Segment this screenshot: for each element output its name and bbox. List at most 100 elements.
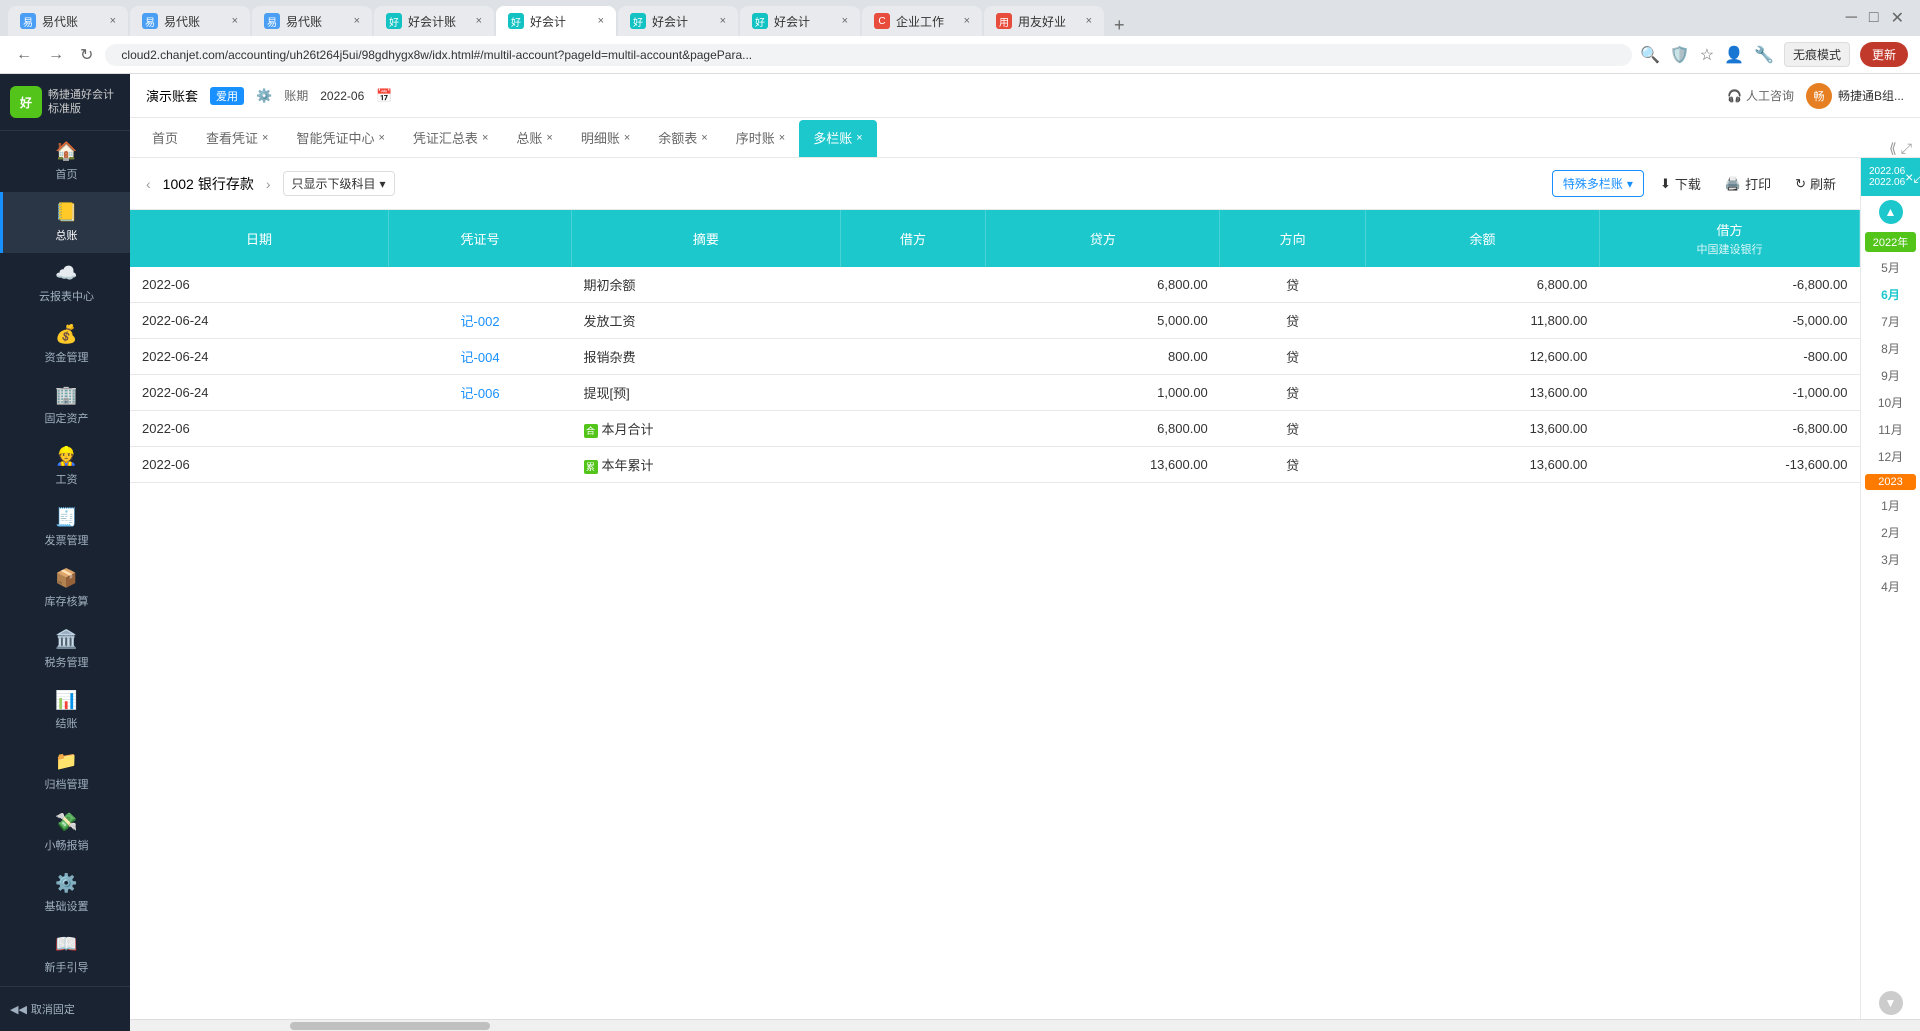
sidebar-item-close[interactable]: 📊 结账 <box>0 680 130 741</box>
download-button[interactable]: ⬇ 下载 <box>1652 170 1709 197</box>
settings-gear-icon[interactable]: ⚙️ <box>256 88 272 104</box>
update-button[interactable]: 更新 <box>1860 42 1908 67</box>
shield-icon[interactable]: 🛡️ <box>1670 45 1690 65</box>
sidebar-item-tax[interactable]: 🏛️ 税务管理 <box>0 619 130 680</box>
scroll-down-button[interactable]: ▼ <box>1879 991 1903 1015</box>
panel-close-button[interactable]: × <box>1905 169 1913 185</box>
tab-6[interactable]: 好 好会计 × <box>618 6 738 36</box>
reload-button[interactable]: ↻ <box>76 41 97 69</box>
sidebar-item-ledger[interactable]: 📒 总账 <box>0 192 130 253</box>
consult-button[interactable]: 🎧 人工咨询 <box>1727 87 1794 104</box>
month-mar-2023[interactable]: 3月 <box>1861 546 1920 573</box>
refresh-button[interactable]: ↻ 刷新 <box>1787 170 1844 197</box>
tab-3[interactable]: 易 易代账 × <box>252 6 372 36</box>
sidebar-item-archive[interactable]: 📁 归档管理 <box>0 741 130 802</box>
new-tab-button[interactable]: + <box>1106 15 1133 36</box>
close-tab-view-voucher[interactable]: × <box>262 132 268 144</box>
tab-voucher-summary[interactable]: 凭证汇总表 × <box>399 120 502 157</box>
sidebar-item-inventory[interactable]: 📦 库存核算 <box>0 558 130 619</box>
tab-smart-voucher[interactable]: 智能凭证中心 × <box>282 120 398 157</box>
close-window-button[interactable]: ✕ <box>1891 8 1904 28</box>
back-button[interactable]: ← <box>12 42 36 68</box>
extension-icon[interactable]: 🔧 <box>1754 45 1774 65</box>
tab-9[interactable]: 用 用友好业 × <box>984 6 1104 36</box>
tab-close-8[interactable]: × <box>964 15 970 27</box>
tab-close-5[interactable]: × <box>598 15 604 27</box>
month-july[interactable]: 7月 <box>1861 308 1920 335</box>
close-tab-smart-voucher[interactable]: × <box>378 132 384 144</box>
tab-detail-ledger[interactable]: 明细账 × <box>567 120 644 157</box>
minimize-button[interactable]: ─ <box>1846 9 1857 27</box>
close-tab-detail-ledger[interactable]: × <box>624 132 630 144</box>
panel-expand-button[interactable]: ⤢ <box>1913 169 1920 186</box>
month-november[interactable]: 11月 <box>1861 416 1920 443</box>
maximize-button[interactable]: □ <box>1869 9 1879 27</box>
sidebar-item-funds[interactable]: 💰 资金管理 <box>0 314 130 375</box>
month-apr-2023[interactable]: 4月 <box>1861 573 1920 600</box>
tab-close-7[interactable]: × <box>842 15 848 27</box>
cell-voucher-3[interactable]: 记-004 <box>389 339 572 375</box>
month-august[interactable]: 8月 <box>1861 335 1920 362</box>
sidebar-item-guide[interactable]: 📖 新手引导 <box>0 924 130 985</box>
close-tab-general-ledger[interactable]: × <box>546 132 552 144</box>
cell-date-6: 2022-06 <box>130 447 389 483</box>
scrollbar-thumb[interactable] <box>290 1022 490 1030</box>
next-account-button[interactable]: › <box>266 176 271 192</box>
search-icon[interactable]: 🔍 <box>1640 45 1660 65</box>
horizontal-scrollbar[interactable] <box>130 1019 1920 1031</box>
sidebar-item-assets[interactable]: 🏢 固定资产 <box>0 375 130 436</box>
month-october[interactable]: 10月 <box>1861 389 1920 416</box>
sidebar-item-expense[interactable]: 💸 小畅报销 <box>0 802 130 863</box>
unpin-button[interactable]: ◀◀ 取消固定 <box>6 997 124 1021</box>
star-icon[interactable]: ☆ <box>1700 45 1714 65</box>
sidebar-item-invoice[interactable]: 🧾 发票管理 <box>0 497 130 558</box>
tab-home[interactable]: 首页 <box>138 120 192 157</box>
prev-account-button[interactable]: ‹ <box>146 176 151 192</box>
month-may[interactable]: 5月 <box>1861 254 1920 281</box>
tab-4[interactable]: 好 好会计账 × <box>374 6 494 36</box>
month-september[interactable]: 9月 <box>1861 362 1920 389</box>
tab-7[interactable]: 好 好会计 × <box>740 6 860 36</box>
incognito-mode-button[interactable]: 无痕模式 <box>1784 42 1850 67</box>
tab-multi-column[interactable]: 多栏账 × <box>799 120 876 157</box>
sidebar-item-settings[interactable]: ⚙️ 基础设置 <box>0 863 130 924</box>
tab-close-6[interactable]: × <box>720 15 726 27</box>
tab-2[interactable]: 易 易代账 × <box>130 6 250 36</box>
close-tab-sequence[interactable]: × <box>779 132 785 144</box>
tab-close-2[interactable]: × <box>232 15 238 27</box>
tab-close-3[interactable]: × <box>354 15 360 27</box>
url-input[interactable]: cloud2.chanjet.com/accounting/uh26t264j5… <box>105 44 1632 66</box>
sub-account-filter[interactable]: 只显示下级科目 ▾ <box>283 171 395 196</box>
close-tab-multi-column[interactable]: × <box>856 132 862 144</box>
sidebar-item-reports[interactable]: ☁️ 云报表中心 <box>0 253 130 314</box>
tab-general-ledger[interactable]: 总账 × <box>502 120 566 157</box>
sidebar-item-salary[interactable]: 👷 工资 <box>0 436 130 497</box>
tab-close-1[interactable]: × <box>110 15 116 27</box>
tab-sequence[interactable]: 序时账 × <box>722 120 799 157</box>
forward-button[interactable]: → <box>44 42 68 68</box>
cell-voucher-2[interactable]: 记-002 <box>389 303 572 339</box>
tab-8[interactable]: C 企业工作 × <box>862 6 982 36</box>
tab-close-4[interactable]: × <box>476 15 482 27</box>
collapse-right-icon[interactable]: ⟪ <box>1889 140 1897 157</box>
profile-icon[interactable]: 👤 <box>1724 45 1744 65</box>
tab-1[interactable]: 易 易代账 × <box>8 6 128 36</box>
tab-close-9[interactable]: × <box>1086 15 1092 27</box>
sidebar-item-home[interactable]: 🏠 首页 <box>0 131 130 192</box>
cell-voucher-4[interactable]: 记-006 <box>389 375 572 411</box>
close-tab-voucher-summary[interactable]: × <box>482 132 488 144</box>
print-button[interactable]: 🖨️ 打印 <box>1717 170 1779 197</box>
scroll-up-button[interactable]: ▲ <box>1879 200 1903 224</box>
browser-window-controls: ─ □ ✕ <box>1830 0 1920 36</box>
close-tab-balance[interactable]: × <box>701 132 707 144</box>
tab-5[interactable]: 好 好会计 × <box>496 6 616 36</box>
month-feb-2023[interactable]: 2月 <box>1861 519 1920 546</box>
tab-balance[interactable]: 余额表 × <box>644 120 721 157</box>
month-december[interactable]: 12月 <box>1861 443 1920 470</box>
tab-view-voucher[interactable]: 查看凭证 × <box>192 120 282 157</box>
calendar-icon[interactable]: 📅 <box>376 88 392 104</box>
month-jan-2023[interactable]: 1月 <box>1861 492 1920 519</box>
month-june[interactable]: 6月 <box>1861 281 1920 308</box>
multi-col-button[interactable]: 特殊多栏账 ▾ <box>1552 170 1644 197</box>
expand-icon[interactable]: ⤢ <box>1901 140 1912 157</box>
